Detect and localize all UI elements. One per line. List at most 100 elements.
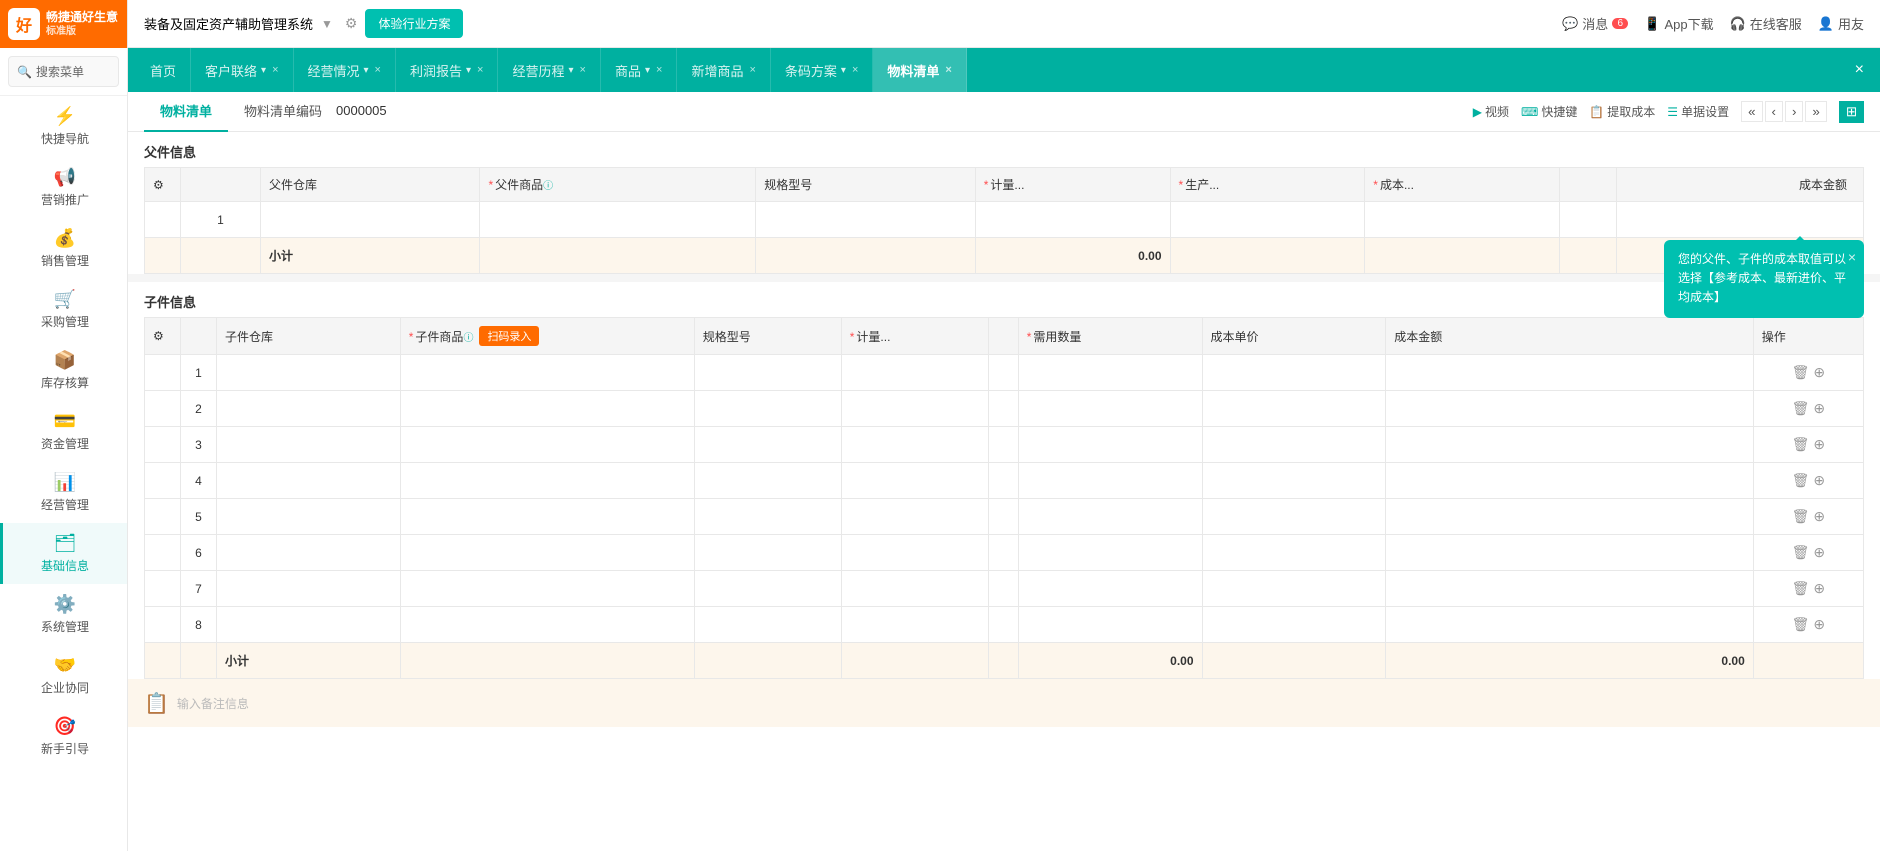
tab-new-product[interactable]: 新增商品 × (677, 48, 770, 92)
sidebar-item-inventory[interactable]: 📦 库存核算 (0, 340, 127, 401)
sub-tab-bom-list[interactable]: 物料清单 (144, 92, 228, 132)
tab-barcode-close[interactable]: × (852, 64, 858, 76)
delete-icon[interactable]: 🗑 (1792, 616, 1810, 633)
delete-icon[interactable]: 🗑 (1792, 508, 1810, 525)
sub-tab-bom-code[interactable]: 物料清单编码 0000005 (228, 92, 403, 132)
delete-icon[interactable]: 🗑 (1792, 364, 1810, 381)
copy-icon[interactable]: ⊕ (1813, 544, 1825, 561)
child-cell-need-qty[interactable] (1018, 463, 1202, 499)
copy-icon[interactable]: ⊕ (1813, 508, 1825, 525)
delete-icon[interactable]: 🗑 (1792, 544, 1810, 561)
copy-icon[interactable]: ⊕ (1813, 436, 1825, 453)
copy-icon[interactable]: ⊕ (1813, 580, 1825, 597)
child-cell-need-qty[interactable] (1018, 607, 1202, 643)
try-btn[interactable]: 体验行业方案 (365, 9, 463, 38)
child-cell-warehouse[interactable] (217, 535, 401, 571)
child-cell-spec[interactable] (694, 355, 841, 391)
tab-barcode[interactable]: 条码方案 ▾ × (771, 48, 873, 92)
child-cell-spec[interactable] (694, 499, 841, 535)
pg-next-btn[interactable]: › (1785, 101, 1803, 122)
child-cell-unit-cost[interactable] (1202, 391, 1386, 427)
delete-icon[interactable]: 🗑 (1792, 436, 1810, 453)
parent-cell-qty[interactable] (975, 202, 1170, 238)
sidebar-item-finance[interactable]: 💳 资金管理 (0, 401, 127, 462)
sidebar-item-operations[interactable]: 📊 经营管理 (0, 462, 127, 523)
child-cell-warehouse[interactable] (217, 391, 401, 427)
tab-customer-close[interactable]: × (272, 64, 278, 76)
child-cell-warehouse[interactable] (217, 355, 401, 391)
tab-profit[interactable]: 利润报告 ▾ × (396, 48, 498, 92)
app-download-btn[interactable]: 📱 App下载 (1644, 14, 1713, 33)
tab-newproduct-close[interactable]: × (749, 64, 755, 76)
child-cell-warehouse[interactable] (217, 571, 401, 607)
parent-cell-extra[interactable] (1560, 202, 1617, 238)
child-cell-warehouse[interactable] (217, 427, 401, 463)
child-cell-product[interactable] (400, 499, 694, 535)
child-cell-spec[interactable] (694, 463, 841, 499)
child-cell-spec[interactable] (694, 535, 841, 571)
parent-cell-warehouse[interactable] (260, 202, 480, 238)
tab-history[interactable]: 经营历程 ▾ × (498, 48, 600, 92)
message-btn[interactable]: 💬 消息 6 (1562, 14, 1628, 33)
child-cell-qty[interactable] (841, 607, 988, 643)
child-cell-unit-cost[interactable] (1202, 499, 1386, 535)
nav-close-all-btn[interactable]: × (1847, 61, 1872, 79)
tab-home[interactable]: 首页 (136, 48, 191, 92)
view-action[interactable]: ▶ 视频 (1473, 103, 1509, 120)
sidebar-item-guide[interactable]: 🎯 新手引导 (0, 706, 127, 767)
tab-operations-close[interactable]: × (375, 64, 381, 76)
child-cell-unit-cost[interactable] (1202, 607, 1386, 643)
search-menu-btn[interactable]: 🔍 搜索菜单 (8, 56, 119, 87)
delete-icon[interactable]: 🗑 (1792, 400, 1810, 417)
child-cell-need-qty[interactable] (1018, 427, 1202, 463)
child-cell-spec[interactable] (694, 607, 841, 643)
child-cell-need-qty[interactable] (1018, 535, 1202, 571)
parent-cell-cost[interactable] (1365, 202, 1560, 238)
child-cell-unit-cost[interactable] (1202, 427, 1386, 463)
child-cell-product[interactable] (400, 607, 694, 643)
child-cell-unit-cost[interactable] (1202, 535, 1386, 571)
child-cell-warehouse[interactable] (217, 607, 401, 643)
parent-th-settings[interactable]: ⚙ (145, 168, 181, 202)
child-cell-spec[interactable] (694, 427, 841, 463)
sidebar-item-system[interactable]: ⚙️ 系统管理 (0, 584, 127, 645)
child-cell-unit-cost[interactable] (1202, 355, 1386, 391)
child-cell-need-qty[interactable] (1018, 499, 1202, 535)
parent-cell-product[interactable] (480, 202, 756, 238)
child-cell-product[interactable] (400, 571, 694, 607)
sidebar-item-sales[interactable]: 💰 销售管理 (0, 218, 127, 279)
sidebar-item-enterprise[interactable]: 🤝 企业协同 (0, 645, 127, 706)
child-cell-qty[interactable] (841, 355, 988, 391)
child-cell-need-qty[interactable] (1018, 571, 1202, 607)
tab-customer[interactable]: 客户联络 ▾ × (191, 48, 293, 92)
child-cell-warehouse[interactable] (217, 499, 401, 535)
delete-icon[interactable]: 🗑 (1792, 472, 1810, 489)
delete-icon[interactable]: 🗑 (1792, 580, 1810, 597)
child-cell-qty[interactable] (841, 571, 988, 607)
grid-view-btn[interactable]: ⊞ (1839, 101, 1864, 123)
child-cell-warehouse[interactable] (217, 463, 401, 499)
child-cell-product[interactable] (400, 391, 694, 427)
tab-profit-close[interactable]: × (477, 64, 483, 76)
pg-prev-btn[interactable]: ‹ (1765, 101, 1783, 122)
child-th-settings[interactable]: ⚙ (145, 318, 181, 355)
sidebar-item-quicknav[interactable]: ⚡ 快捷导航 (0, 96, 127, 157)
copy-icon[interactable]: ⊕ (1813, 616, 1825, 633)
pg-first-btn[interactable]: « (1741, 101, 1762, 122)
copy-icon[interactable]: ⊕ (1813, 472, 1825, 489)
scan-btn[interactable]: 扫码录入 (479, 326, 539, 346)
tab-bom-close[interactable]: × (945, 64, 951, 76)
tab-bom[interactable]: 物料清单 × (873, 48, 966, 92)
sidebar-item-marketing[interactable]: 📢 营销推广 (0, 157, 127, 218)
parent-cell-production[interactable] (1170, 202, 1365, 238)
child-cell-qty[interactable] (841, 391, 988, 427)
child-cell-product[interactable] (400, 535, 694, 571)
copy-icon[interactable]: ⊕ (1813, 400, 1825, 417)
tab-history-close[interactable]: × (580, 64, 586, 76)
child-cell-product[interactable] (400, 355, 694, 391)
child-cell-qty[interactable] (841, 535, 988, 571)
online-service-btn[interactable]: 🎧 在线客服 (1730, 14, 1802, 33)
child-cell-product[interactable] (400, 427, 694, 463)
child-cell-unit-cost[interactable] (1202, 571, 1386, 607)
child-cell-qty[interactable] (841, 463, 988, 499)
